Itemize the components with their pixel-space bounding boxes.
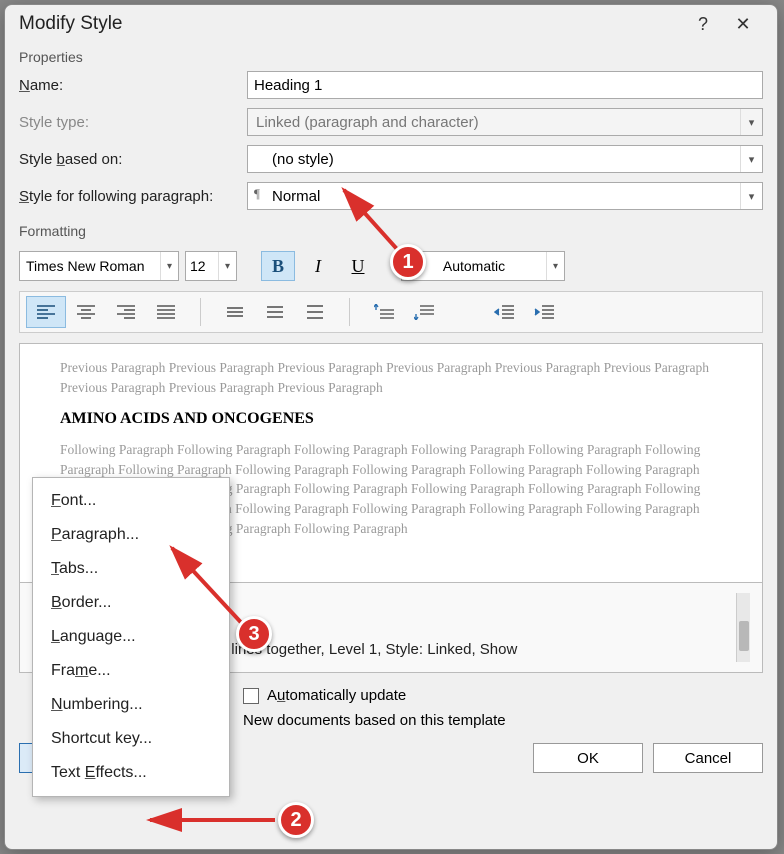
properties-header: Properties [19,49,763,65]
align-right-button[interactable] [106,296,146,328]
scope-label: New documents based on this template [243,712,763,729]
preview-previous-text: Previous Paragraph Previous Paragraph Pr… [60,358,742,397]
space-before-inc-button[interactable] [364,296,404,328]
auto-update-checkbox[interactable] [243,688,259,704]
indent-decrease-button[interactable] [484,296,524,328]
spacing-1-button[interactable] [215,296,255,328]
cancel-button[interactable]: Cancel [653,743,763,773]
ok-button[interactable]: OK [533,743,643,773]
menu-font[interactable]: Font... [33,484,229,518]
name-label: Name: [19,77,247,94]
chevron-down-icon: ▾ [740,109,762,135]
indent-increase-button[interactable] [524,296,564,328]
spacing-1-5-button[interactable] [255,296,295,328]
spacing-2-button[interactable] [295,296,335,328]
scrollbar-thumb[interactable] [739,621,749,651]
chevron-down-icon[interactable]: ▾ [740,183,762,209]
formatting-header: Formatting [19,223,763,239]
description-scrollbar[interactable] [736,593,750,662]
titlebar: Modify Style ? ✕ [5,5,777,43]
based-on-value: (no style) [248,151,740,168]
format-menu: Font... Paragraph... Tabs... Border... L… [32,477,230,797]
style-type-label: Style type: [19,114,247,131]
following-label: Style for following paragraph: [19,188,247,205]
font-size-combo[interactable]: 12 ▾ [185,251,237,281]
font-name-value: Times New Roman [20,258,160,274]
dialog-title: Modify Style [19,13,122,35]
font-color-combo[interactable]: Automatic ▾ [401,251,565,281]
font-size-value: 12 [186,258,218,274]
bold-button[interactable]: B [261,251,295,281]
menu-border[interactable]: Border... [33,586,229,620]
italic-button[interactable]: I [301,251,335,281]
menu-tabs[interactable]: Tabs... [33,552,229,586]
style-type-combo: Linked (paragraph and character) ▾ [247,108,763,136]
align-justify-button[interactable] [146,296,186,328]
callout-2: 2 [278,802,314,838]
chevron-down-icon[interactable]: ▾ [740,146,762,172]
menu-text-effects[interactable]: Text Effects... [33,756,229,790]
close-button[interactable]: ✕ [723,14,763,35]
preview-sample-text: AMINO ACIDS AND ONCOGENES [60,407,742,430]
auto-update-label: Automatically update [267,687,406,704]
following-combo[interactable]: ¶ Normal ▾ [247,182,763,210]
pilcrow-icon: ¶ [254,186,260,202]
space-before-dec-button[interactable] [404,296,444,328]
chevron-down-icon[interactable]: ▾ [546,252,564,280]
menu-numbering[interactable]: Numbering... [33,688,229,722]
menu-language[interactable]: Language... [33,620,229,654]
chevron-down-icon[interactable]: ▾ [160,252,178,280]
menu-paragraph[interactable]: Paragraph... [33,518,229,552]
menu-frame[interactable]: Frame... [33,654,229,688]
help-button[interactable]: ? [683,14,723,35]
name-input[interactable] [247,71,763,99]
font-name-combo[interactable]: Times New Roman ▾ [19,251,179,281]
following-value: Normal [248,188,740,205]
align-center-button[interactable] [66,296,106,328]
callout-1: 1 [390,244,426,280]
style-type-value: Linked (paragraph and character) [248,114,740,131]
paragraph-toolbar [19,291,763,333]
align-left-button[interactable] [26,296,66,328]
underline-button[interactable]: U [341,251,375,281]
chevron-down-icon[interactable]: ▾ [218,252,236,280]
callout-3: 3 [236,616,272,652]
based-on-combo[interactable]: (no style) ▾ [247,145,763,173]
based-on-label: Style based on: [19,151,247,168]
menu-shortcut[interactable]: Shortcut key... [33,722,229,756]
